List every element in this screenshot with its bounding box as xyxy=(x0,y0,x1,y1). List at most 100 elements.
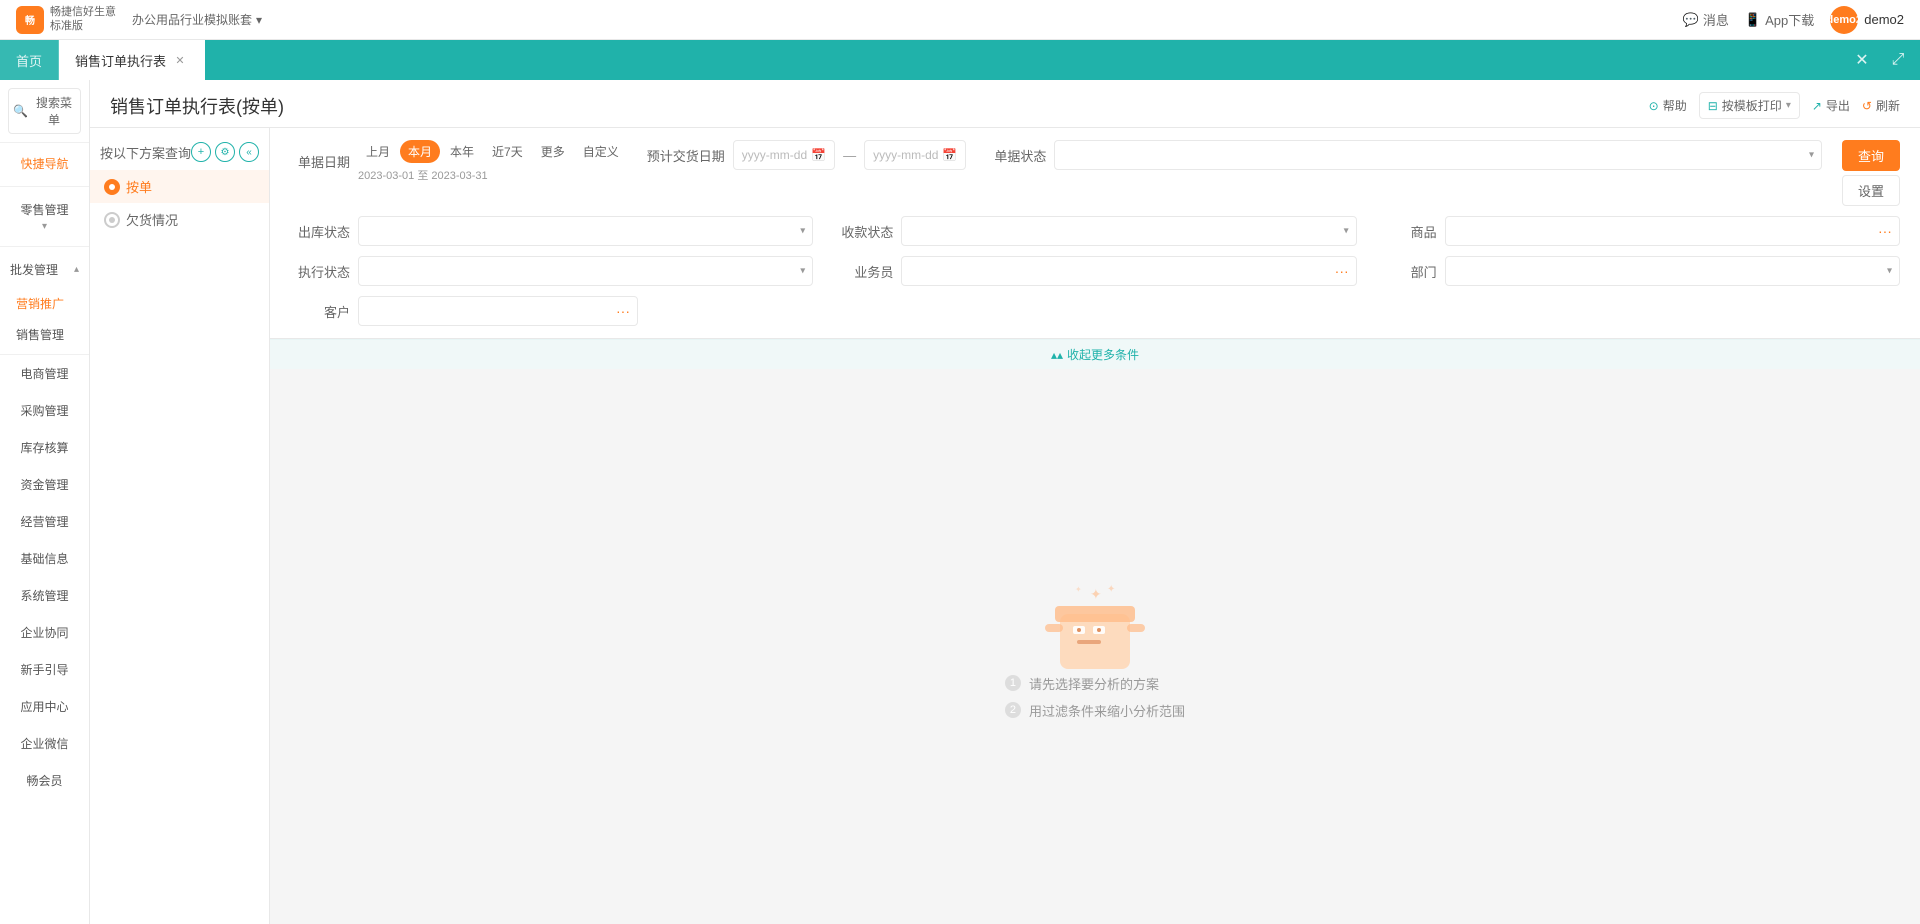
logo-area: 畅 畅捷信好生意 标准版 xyxy=(16,6,116,34)
sidebar-item-appstore[interactable]: 应用中心 xyxy=(6,690,83,723)
tip-num-1: 1 xyxy=(1005,675,1021,691)
logo-text: 畅捷信好生意 标准版 xyxy=(50,6,116,32)
tab-bar-actions: ✕ ⤢ xyxy=(1848,40,1920,80)
sidebar-item-ecommerce[interactable]: 电商管理 xyxy=(6,357,83,390)
filter-row-4: 客户 ··· xyxy=(290,296,1900,326)
export-btn[interactable]: ↗ 导出 xyxy=(1812,97,1850,114)
filter-row-3: 执行状态 ▾ 业务员 ·· xyxy=(290,256,1900,286)
plan-sidebar-actions: + ⚙ « xyxy=(191,142,259,162)
main-layout: 🔍 搜索菜单 快捷导航 零售管理 ▾ 批发管理 ▴ 营销推广 销售管理 电商管理… xyxy=(0,80,1920,924)
svg-text:✦: ✦ xyxy=(1107,584,1115,595)
date-tab-last-7[interactable]: 近7天 xyxy=(484,140,531,163)
plan-item-by-debt[interactable]: 欠货情况 xyxy=(90,203,269,236)
delivery-status-label: 出库状态 xyxy=(290,222,350,241)
date-tab-last-month[interactable]: 上月 xyxy=(358,140,398,163)
help-btn[interactable]: ⊙ 帮助 xyxy=(1649,97,1687,114)
dept-select[interactable] xyxy=(1445,256,1900,286)
logo-icon: 畅 xyxy=(16,6,44,34)
empty-tips: 1 请先选择要分析的方案 2 用过滤条件来缩小分析范围 xyxy=(1005,674,1185,720)
goods-input[interactable] xyxy=(1445,216,1900,246)
exec-status-label: 执行状态 xyxy=(290,262,350,281)
tab-close-window-btn[interactable]: ✕ xyxy=(1848,46,1876,74)
customer-ellipsis-icon[interactable]: ··· xyxy=(616,303,630,319)
tab-home-label: 首页 xyxy=(16,51,42,70)
date-tab-this-month[interactable]: 本月 xyxy=(400,140,440,163)
payment-status-cell: 收款状态 ▾ xyxy=(833,216,1356,246)
customer-input[interactable] xyxy=(358,296,638,326)
collapse-btn-label: 收起更多条件 xyxy=(1067,346,1139,363)
avatar: demo2 xyxy=(1830,6,1858,34)
print-dropdown-icon: ▾ xyxy=(1786,100,1791,111)
sidebar-item-company[interactable]: 企业协同 xyxy=(6,616,83,649)
sidebar-item-retail[interactable]: 零售管理 ▾ xyxy=(6,193,83,240)
sidebar-item-sales[interactable]: 销售管理 xyxy=(0,319,89,350)
salesperson-ellipsis-icon[interactable]: ··· xyxy=(1335,263,1349,279)
tab-close-icon[interactable]: ✕ xyxy=(172,52,188,68)
delivery-status-select[interactable] xyxy=(358,216,813,246)
doc-status-filter: 单据状态 ▾ xyxy=(986,140,1822,170)
page-header-actions: ⊙ 帮助 ⊟ 按模板打印 ▾ ↗ 导出 ↺ 刷新 xyxy=(1649,92,1900,119)
date-tab-more[interactable]: 更多 xyxy=(533,140,573,163)
sidebar-item-wxwork[interactable]: 企业微信 xyxy=(6,727,83,760)
sidebar-item-wholesale[interactable]: 批发管理 ▴ xyxy=(6,253,83,286)
user-name: demo2 xyxy=(1864,12,1904,27)
empty-state-icon: ✦ ✦ ✦ xyxy=(1035,574,1155,674)
sidebar-item-inventory[interactable]: 库存核算 xyxy=(6,431,83,464)
svg-text:✦: ✦ xyxy=(1090,586,1102,602)
sidebar-item-marketing[interactable]: 营销推广 xyxy=(0,288,89,319)
message-btn[interactable]: 💬 消息 xyxy=(1683,10,1729,29)
sidebar-item-basic[interactable]: 基础信息 xyxy=(6,542,83,575)
sidebar-item-member[interactable]: 畅会员 xyxy=(6,764,83,797)
svg-text:✦: ✦ xyxy=(1075,585,1082,594)
refresh-btn[interactable]: ↺ 刷新 xyxy=(1862,97,1900,114)
sidebar-search-btn[interactable]: 🔍 搜索菜单 xyxy=(8,88,81,134)
sidebar-item-purchase[interactable]: 采购管理 xyxy=(6,394,83,427)
date-tab-this-year[interactable]: 本年 xyxy=(442,140,482,163)
exec-status-cell: 执行状态 ▾ xyxy=(290,256,813,286)
plan-add-btn[interactable]: + xyxy=(191,142,211,162)
filter-row-1: 单据日期 上月 本月 本年 近7天 更多 自定义 20 xyxy=(290,140,1900,206)
plan-collapse-btn[interactable]: « xyxy=(239,142,259,162)
dept-label: 部门 xyxy=(1377,262,1437,281)
sidebar-item-guide[interactable]: 新手引导 xyxy=(6,653,83,686)
plan-item-icon-by-order xyxy=(104,179,120,195)
tab-maximize-btn[interactable]: ⤢ xyxy=(1884,46,1912,74)
salesperson-input[interactable] xyxy=(901,256,1356,286)
message-icon: 💬 xyxy=(1683,12,1699,28)
date-range-text: 2023-03-01 至 2023-03-31 xyxy=(358,167,627,183)
search-btn[interactable]: 查询 xyxy=(1842,140,1900,171)
exec-status-select[interactable] xyxy=(358,256,813,286)
industry-dropdown-icon: ▾ xyxy=(256,13,262,27)
settings-btn[interactable]: 设置 xyxy=(1842,175,1900,206)
goods-ellipsis-icon[interactable]: ··· xyxy=(1878,223,1892,239)
expected-date-to[interactable]: yyyy-mm-dd 📅 xyxy=(864,140,966,170)
date-tab-custom[interactable]: 自定义 xyxy=(575,140,627,163)
plan-sidebar-header: 按以下方案查询 + ⚙ « xyxy=(90,138,269,170)
plan-settings-btn[interactable]: ⚙ xyxy=(215,142,235,162)
salesperson-label: 业务员 xyxy=(833,262,893,281)
dept-cell: 部门 ▾ xyxy=(1377,256,1900,286)
tab-sales-exec[interactable]: 销售订单执行表 ✕ xyxy=(59,40,205,80)
sidebar-section-wholesale: 批发管理 ▴ 营销推广 销售管理 xyxy=(0,247,89,355)
expected-date-from[interactable]: yyyy-mm-dd 📅 xyxy=(733,140,835,170)
sidebar-item-system[interactable]: 系统管理 xyxy=(6,579,83,612)
date-label: 单据日期 xyxy=(290,152,350,171)
app-download-btn[interactable]: 📱 App下载 xyxy=(1745,10,1814,29)
tab-home[interactable]: 首页 xyxy=(0,40,59,80)
sidebar-item-operation[interactable]: 经营管理 xyxy=(6,505,83,538)
sidebar: 🔍 搜索菜单 快捷导航 零售管理 ▾ 批发管理 ▴ 营销推广 销售管理 电商管理… xyxy=(0,80,90,924)
doc-status-select[interactable] xyxy=(1054,140,1822,170)
print-btn[interactable]: ⊟ 按模板打印 ▾ xyxy=(1699,92,1800,119)
user-area[interactable]: demo2 demo2 xyxy=(1830,6,1904,34)
industry-selector[interactable]: 办公用品行业模拟账套 ▾ xyxy=(124,7,270,32)
customer-label: 客户 xyxy=(290,302,350,321)
payment-status-select[interactable] xyxy=(901,216,1356,246)
plan-item-by-order[interactable]: 按单 xyxy=(90,170,269,203)
sidebar-item-finance[interactable]: 资金管理 xyxy=(6,468,83,501)
doc-status-label: 单据状态 xyxy=(986,146,1046,165)
collapse-bar[interactable]: ▴▴ 收起更多条件 xyxy=(270,339,1920,369)
action-buttons: 查询 设置 xyxy=(1842,140,1900,206)
goods-cell: 商品 ··· xyxy=(1377,216,1900,246)
export-icon: ↗ xyxy=(1812,99,1822,113)
empty-tip-1: 1 请先选择要分析的方案 xyxy=(1005,674,1185,693)
